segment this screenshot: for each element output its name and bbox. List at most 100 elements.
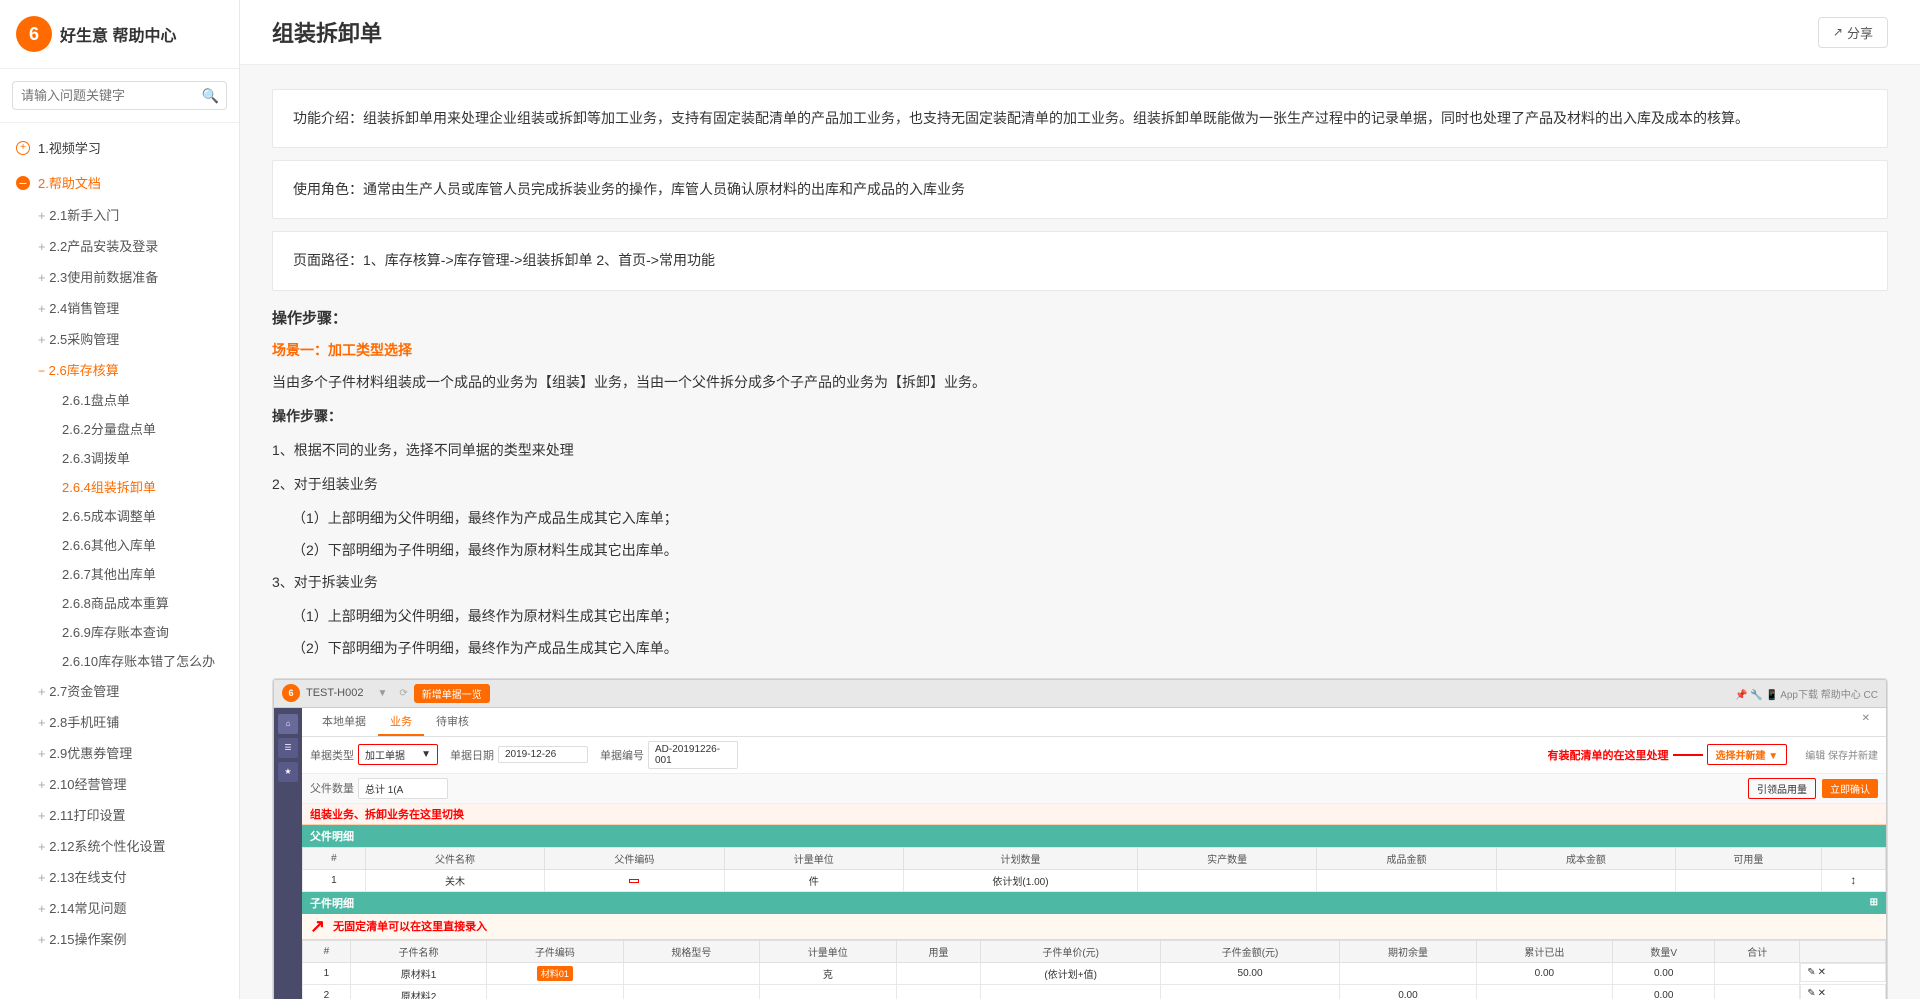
usage-area: 引领品用量 立即确认 启用处理 ↖ bbox=[1748, 778, 1878, 799]
doc-type-select[interactable]: 加工单据 ▼ bbox=[358, 744, 438, 765]
path-intro-text: 页面路径：1、库存核算->库存管理->组装拆卸单 2、首页->常用功能 bbox=[293, 248, 1867, 273]
annotation-row-4: ↗ 无固定清单可以在这里直接录入 bbox=[302, 914, 1886, 940]
scenario1-title: 场景一：加工类型选择 bbox=[272, 340, 1888, 360]
sidebar-item-operation[interactable]: + 2.10经营管理 bbox=[0, 768, 239, 799]
sidebar-item-2-6-10[interactable]: 2.6.10库存账本错了怎么办 bbox=[12, 646, 239, 675]
step2-1: （1）上部明细为父件明细，最终作为产成品生成其它入库单； bbox=[272, 504, 1888, 532]
sidebar-item-sales[interactable]: + 2.4销售管理 bbox=[0, 292, 239, 323]
confirm-btn[interactable]: 立即确认 bbox=[1822, 779, 1878, 798]
tab-business[interactable]: 业务 bbox=[378, 708, 424, 736]
table-row: 2 原材料2 0.00 0 bbox=[303, 984, 1886, 999]
count-input[interactable]: 总计 1(A bbox=[358, 778, 448, 799]
share-label: 分享 bbox=[1847, 23, 1873, 42]
sidebar-item-new[interactable]: + 2.1新手入门 bbox=[0, 199, 239, 230]
scenario1-steps-title: 操作步骤： bbox=[272, 402, 1888, 430]
sidebar-item-install[interactable]: + 2.2产品安装及登录 bbox=[0, 230, 239, 261]
sidebar-item-stock[interactable]: − 2.6库存核算 bbox=[0, 354, 239, 385]
side-nav-star: ★ bbox=[278, 762, 298, 782]
usage-input[interactable]: 引领品用量 bbox=[1748, 778, 1816, 799]
sidebar-item-2-6-7[interactable]: 2.6.7其他出库单 bbox=[12, 559, 239, 588]
more-btns: 编辑 保存并新建 bbox=[1805, 747, 1878, 762]
sku-input[interactable] bbox=[629, 879, 639, 883]
row-edit-icon[interactable]: ✎ bbox=[1807, 988, 1815, 999]
row-delete-icon[interactable]: ✕ bbox=[1818, 967, 1826, 978]
refresh-icon: ⟳ bbox=[399, 688, 407, 699]
form-row-1: 单据类型 加工单据 ▼ 单据日期 2019-12-26 bbox=[302, 737, 1886, 773]
sidebar-stock-children: 2.6.1盘点单 2.6.2分量盘点单 2.6.3调拨单 2.6.4组装拆卸单 … bbox=[0, 385, 239, 675]
new-record-btn[interactable]: 新增单据一览 bbox=[414, 684, 490, 703]
sidebar-item-2-6-8[interactable]: 2.6.8商品成本重算 bbox=[12, 588, 239, 617]
plus-icon: + bbox=[16, 141, 30, 155]
side-nav-home: ⌂ bbox=[278, 714, 298, 734]
role-intro-text: 使用角色：通常由生产人员或库管人员完成拆装业务的操作，库管人员确认原材料的出库和… bbox=[293, 177, 1867, 202]
sidebar-item-video[interactable]: + 1.视频学习 bbox=[0, 131, 239, 164]
sidebar-item-coupon[interactable]: + 2.9优惠券管理 bbox=[0, 737, 239, 768]
share-button[interactable]: ↗ 分享 bbox=[1818, 17, 1888, 48]
sidebar-item-mobile[interactable]: + 2.8手机旺铺 bbox=[0, 706, 239, 737]
tab-pending[interactable]: 待审核 bbox=[424, 708, 481, 736]
sidebar-item-2-6-5[interactable]: 2.6.5成本调整单 bbox=[12, 501, 239, 530]
sidebar-docs-children: + 2.1新手入门 + 2.2产品安装及登录 + 2.3使用前数据准备 + 2.… bbox=[0, 199, 239, 954]
share-icon: ↗ bbox=[1833, 25, 1843, 39]
screenshot-container: 6 TEST-H002 ▼ ⟳ 新增单据一览 📌 🔧 📱 App下载 帮助中心 … bbox=[272, 678, 1888, 999]
app-body: ⌂ ☰ ★ 本地单据 业务 待审核 ✕ bbox=[274, 708, 1886, 999]
row-action-icon[interactable]: ↕ bbox=[1850, 873, 1856, 887]
sidebar-item-print[interactable]: + 2.11打印设置 bbox=[0, 799, 239, 830]
search-icon: 🔍 bbox=[202, 87, 219, 104]
close-icon: ✕ bbox=[1854, 708, 1878, 736]
logo-icon: 6 bbox=[16, 16, 52, 52]
step1: 1、根据不同的业务，选择不同单据的类型来处理 bbox=[272, 436, 1888, 464]
process-btn[interactable]: 选择并新建 ▼ bbox=[1707, 744, 1788, 765]
table-row: 1 关木 件 依计划(1.00) bbox=[303, 869, 1886, 891]
annotation-area-1: 有装配清单的在这里处理 选择并新建 ▼ bbox=[1548, 744, 1794, 765]
search-input[interactable] bbox=[12, 81, 227, 110]
step3: 3、对于拆装业务 bbox=[272, 568, 1888, 596]
steps-title: 操作步骤： bbox=[272, 307, 1888, 328]
bottom-table: # 子件名称 子件编码 规格型号 计量单位 用量 子件单价(元) 子件金额(元)… bbox=[302, 940, 1886, 999]
table-row: 1 原材料1 材料01 克 (依计划+值) 50.00 bbox=[303, 962, 1886, 984]
sidebar-item-case[interactable]: + 2.15操作案例 bbox=[0, 923, 239, 954]
app-side-nav: ⌂ ☰ ★ bbox=[274, 708, 302, 999]
annotation-text-4: 无固定清单可以在这里直接录入 bbox=[333, 918, 487, 934]
sidebar-item-faq[interactable]: + 2.14常见问题 bbox=[0, 892, 239, 923]
step3-1: （1）上部明细为父件明细，最终作为原材料生成其它出库单； bbox=[272, 602, 1888, 630]
sidebar-item-2-6-6[interactable]: 2.6.6其他入库单 bbox=[12, 530, 239, 559]
page-title: 组装拆卸单 bbox=[272, 16, 382, 48]
table-header-row: # 父件名称 父件编码 计量单位 计划数量 实产数量 成品金额 成本金额 可用量 bbox=[303, 847, 1886, 869]
sidebar-item-capital[interactable]: + 2.7资金管理 bbox=[0, 675, 239, 706]
annotation-row-2: 组装业务、拆卸业务在这里切换 bbox=[302, 804, 1886, 825]
sidebar-item-2-6-2[interactable]: 2.6.2分量盘点单 bbox=[12, 414, 239, 443]
content-body: 功能介绍：组装拆卸单用来处理企业组装或拆卸等加工业务，支持有固定装配清单的产品加… bbox=[240, 65, 1920, 999]
annotation-arrow-4: ↗ bbox=[310, 916, 325, 937]
sidebar-item-2-6-9[interactable]: 2.6.9库存账本查询 bbox=[12, 617, 239, 646]
bottom-table-header-row: # 子件名称 子件编码 规格型号 计量单位 用量 子件单价(元) 子件金额(元)… bbox=[303, 940, 1886, 962]
section-top-header: 父件明细 bbox=[302, 825, 1886, 847]
field-doc-type: 单据类型 加工单据 ▼ bbox=[310, 744, 438, 765]
sidebar-item-purchase[interactable]: + 2.5采购管理 bbox=[0, 323, 239, 354]
annotation-text-1: 有装配清单的在这里处理 bbox=[1548, 747, 1669, 763]
field-count: 父件数量 总计 1(A bbox=[310, 778, 448, 799]
sidebar-item-pay[interactable]: + 2.13在线支付 bbox=[0, 861, 239, 892]
form-row-2: 父件数量 总计 1(A 引领品用量 立即确认 bbox=[302, 773, 1886, 804]
tab-local[interactable]: 本地单据 bbox=[310, 708, 378, 736]
annotation-text-2: 组装业务、拆卸业务在这里切换 bbox=[310, 809, 464, 821]
sidebar-item-2-6-1[interactable]: 2.6.1盘点单 bbox=[12, 385, 239, 414]
row-edit-icon[interactable]: ✎ bbox=[1807, 967, 1815, 978]
toolbar-icons: 📌 🔧 📱 App下载 帮助中心 CC bbox=[1735, 686, 1878, 701]
row-delete-icon[interactable]: ✕ bbox=[1818, 988, 1826, 999]
search-box[interactable]: 🔍 bbox=[0, 69, 239, 123]
app-tabs: 本地单据 业务 待审核 ✕ bbox=[302, 708, 1886, 737]
date-input[interactable]: 2019-12-26 bbox=[498, 746, 588, 763]
top-table: # 父件名称 父件编码 计量单位 计划数量 实产数量 成品金额 成本金额 可用量 bbox=[302, 847, 1886, 892]
brand-name: 好生意 帮助中心 bbox=[60, 22, 176, 46]
doc-no-input[interactable]: AD-20191226-001 bbox=[648, 741, 738, 769]
sidebar-item-2-6-4[interactable]: 2.6.4组装拆卸单 bbox=[12, 472, 239, 501]
sidebar-item-docs[interactable]: − 2.帮助文档 + 2.1新手入门 + 2.2产品安装及登录 + 2.3使用前… bbox=[0, 166, 239, 954]
sidebar-item-2-6-3[interactable]: 2.6.3调拨单 bbox=[12, 443, 239, 472]
step3-2: （2）下部明细为子件明细，最终作为产成品生成其它入库单。 bbox=[272, 634, 1888, 662]
sidebar-item-personalize[interactable]: + 2.12系统个性化设置 bbox=[0, 830, 239, 861]
main-header: 组装拆卸单 ↗ 分享 bbox=[240, 0, 1920, 65]
main-content: 组装拆卸单 ↗ 分享 功能介绍：组装拆卸单用来处理企业组装或拆卸等加工业务，支持… bbox=[240, 0, 1920, 999]
sidebar-item-data[interactable]: + 2.3使用前数据准备 bbox=[0, 261, 239, 292]
scenario1-desc: 当由多个子件材料组装成一个成品的业务为【组装】业务，当由一个父件拆分成多个子产品… bbox=[272, 368, 1888, 396]
